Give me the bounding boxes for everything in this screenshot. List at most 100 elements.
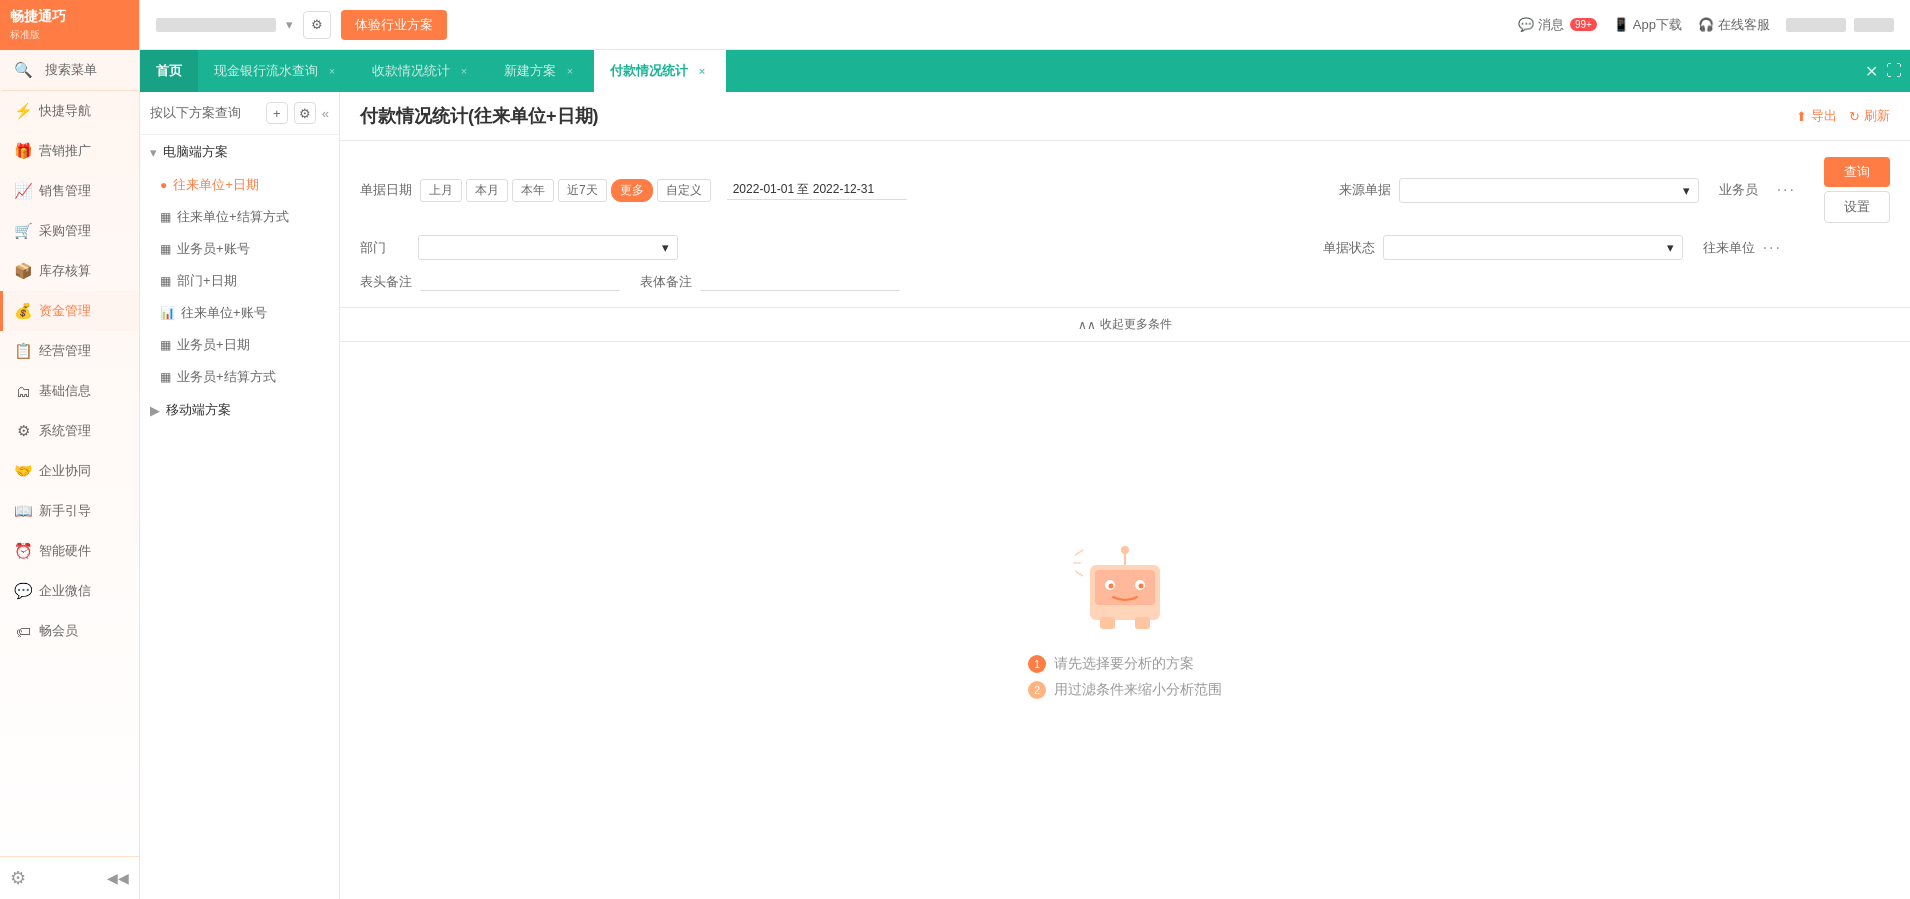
chevron-right-icon: ▶ (150, 403, 160, 418)
sidebar-item-hardware[interactable]: ⏰ 智能硬件 (0, 531, 139, 571)
export-button[interactable]: ⬆ 导出 (1796, 107, 1837, 125)
scheme-item-counterpart-settle[interactable]: ▦ 往来单位+结算方式 (150, 201, 339, 233)
scheme-settings-button[interactable]: ⚙ (294, 102, 316, 124)
date-btn-more[interactable]: 更多 (611, 179, 653, 202)
scheme-table-icon-3: ▦ (160, 274, 171, 288)
tab-receipt-stats[interactable]: 收款情况统计 × (356, 50, 488, 92)
date-btn-last-month[interactable]: 上月 (420, 179, 462, 202)
filter-header-note: 表头备注 (360, 272, 620, 291)
quick-nav-icon: ⚡ (13, 101, 33, 121)
sidebar-item-basic-info[interactable]: 🗂 基础信息 (0, 371, 139, 411)
scheme-item-dept-date[interactable]: ▦ 部门+日期 (150, 265, 339, 297)
scheme-desktop-group: ▾ 电脑端方案 ● 往来单位+日期 ▦ 往来单位+结算方式 ▦ (140, 135, 339, 393)
staff-label: 业务员 (1719, 181, 1769, 199)
scheme-collapse-button[interactable]: « (322, 106, 329, 121)
date-range-input[interactable] (727, 181, 907, 200)
wechat-icon: 💬 (13, 581, 33, 601)
date-btn-custom[interactable]: 自定义 (657, 179, 711, 202)
tab-payment-stats[interactable]: 付款情况统计 × (594, 50, 726, 92)
sidebar-item-purchase[interactable]: 🛒 采购管理 (0, 211, 139, 251)
bill-status-select[interactable]: ▾ (1383, 235, 1683, 260)
online-service-button[interactable]: 🎧 在线客服 (1698, 16, 1770, 34)
empty-svg (1065, 535, 1185, 635)
user-area[interactable] (1786, 18, 1894, 32)
messages-button[interactable]: 💬 消息 99+ (1518, 16, 1597, 34)
sidebar-item-enterprise[interactable]: 🤝 企业协同 (0, 451, 139, 491)
query-action-area: 查询 设置 (1824, 157, 1890, 223)
tab-close-all-icon[interactable]: ✕ (1865, 62, 1878, 81)
sidebar-item-system[interactable]: ⚙ 系统管理 (0, 411, 139, 451)
empty-illustration (1065, 535, 1185, 635)
ops-icon: 📋 (13, 341, 33, 361)
tab-bank-flow[interactable]: 现金银行流水查询 × (198, 50, 356, 92)
sidebar-item-wechat[interactable]: 💬 企业微信 (0, 571, 139, 611)
scheme-table-icon-1: ▦ (160, 210, 171, 224)
counterpart-filter-ellipsis[interactable]: ··· (1763, 239, 1782, 257)
sidebar-item-sales[interactable]: 📈 销售管理 (0, 171, 139, 211)
hardware-icon: ⏰ (13, 541, 33, 561)
dept-select[interactable]: ▾ (418, 235, 678, 260)
header-settings-button[interactable]: ⚙ (303, 11, 331, 39)
date-btn-this-month[interactable]: 本月 (466, 179, 508, 202)
filter-bill-date: 单据日期 上月 本月 本年 近7天 更多 自定义 (360, 179, 907, 202)
staff-filter-ellipsis[interactable]: ··· (1777, 181, 1796, 199)
sidebar-item-fund[interactable]: 💰 资金管理 (0, 291, 139, 331)
tab-expand-icon[interactable]: ⛶ (1886, 62, 1902, 80)
company-name (156, 18, 276, 32)
scheme-item-staff-date[interactable]: ▦ 业务员+日期 (150, 329, 339, 361)
app-download-button[interactable]: 📱 App下载 (1613, 16, 1682, 34)
scheme-item-counterpart-account[interactable]: 📊 往来单位+账号 (150, 297, 339, 329)
scheme-item-staff-settle[interactable]: ▦ 业务员+结算方式 (150, 361, 339, 393)
tab-receipt-stats-close[interactable]: × (456, 63, 472, 79)
tab-bank-flow-close[interactable]: × (324, 63, 340, 79)
date-btn-this-year[interactable]: 本年 (512, 179, 554, 202)
scheme-item-staff-account[interactable]: ▦ 业务员+账号 (150, 233, 339, 265)
svg-rect-8 (1100, 617, 1115, 629)
sidebar-collapse-btn[interactable]: ◀◀ (107, 870, 129, 886)
sidebar-item-search-label: 搜索菜单 (45, 61, 97, 79)
scheme-add-button[interactable]: + (266, 102, 288, 124)
export-icon: ⬆ (1796, 109, 1807, 124)
sidebar-item-marketing[interactable]: 🎁 营销推广 (0, 131, 139, 171)
filter-row-3: 表头备注 表体备注 (360, 272, 1890, 291)
tab-bar: 首页 现金银行流水查询 × 收款情况统计 × 新建方案 × 付款情况统计 × ✕… (140, 50, 1910, 92)
date-btn-last-7-days[interactable]: 近7天 (558, 179, 607, 202)
sidebar-settings-btn[interactable]: ⚙ (10, 867, 26, 889)
sidebar-item-ops[interactable]: 📋 经营管理 (0, 331, 139, 371)
source-bill-dropdown-icon: ▾ (1683, 183, 1690, 198)
sidebar-item-member[interactable]: 🏷 畅会员 (0, 611, 139, 651)
source-bill-select[interactable]: ▾ (1399, 178, 1699, 203)
sidebar-item-search[interactable]: 🔍 搜索菜单 (0, 50, 139, 91)
filter-source-bill: 来源单据 ▾ (1339, 178, 1699, 203)
marketing-icon: 🎁 (13, 141, 33, 161)
collapse-button[interactable]: ∧∧ 收起更多条件 (1078, 316, 1172, 333)
scheme-table-icon-5: ▦ (160, 370, 171, 384)
sidebar-item-purchase-label: 采购管理 (39, 222, 91, 240)
trial-button[interactable]: 体验行业方案 (341, 10, 447, 40)
empty-tip-1-text: 请先选择要分析的方案 (1054, 655, 1194, 673)
chevron-down-icon: ▾ (150, 145, 157, 160)
filter-settings-button[interactable]: 设置 (1824, 191, 1890, 223)
sidebar-item-quick-nav[interactable]: ⚡ 快捷导航 (0, 91, 139, 131)
sidebar-item-inventory[interactable]: 📦 库存核算 (0, 251, 139, 291)
app-download-label: App下载 (1633, 16, 1682, 34)
scheme-desktop-group-header[interactable]: ▾ 电脑端方案 (140, 135, 339, 169)
dept-label: 部门 (360, 239, 410, 257)
tab-new-scheme-close[interactable]: × (562, 63, 578, 79)
tab-payment-stats-close[interactable]: × (694, 63, 710, 79)
sidebar-item-guide[interactable]: 📖 新手引导 (0, 491, 139, 531)
tab-new-scheme[interactable]: 新建方案 × (488, 50, 594, 92)
tab-home[interactable]: 首页 (140, 50, 198, 92)
scheme-mobile-group-header[interactable]: ▶ 移动端方案 (140, 393, 339, 427)
header-note-input[interactable] (420, 272, 620, 291)
app-name: 畅捷通巧 (10, 8, 66, 26)
header-note-label: 表头备注 (360, 273, 412, 291)
header-dropdown-arrow[interactable]: ▾ (286, 17, 293, 32)
sidebar-item-fund-label: 资金管理 (39, 302, 91, 320)
scheme-item-counterpart-date[interactable]: ● 往来单位+日期 (150, 169, 339, 201)
refresh-button[interactable]: ↻ 刷新 (1849, 107, 1890, 125)
body-note-input[interactable] (700, 272, 900, 291)
query-button[interactable]: 查询 (1824, 157, 1890, 187)
empty-state: 1 请先选择要分析的方案 2 用过滤条件来缩小分析范围 (340, 342, 1910, 899)
scheme-item-staff-account-label: 业务员+账号 (177, 240, 250, 258)
